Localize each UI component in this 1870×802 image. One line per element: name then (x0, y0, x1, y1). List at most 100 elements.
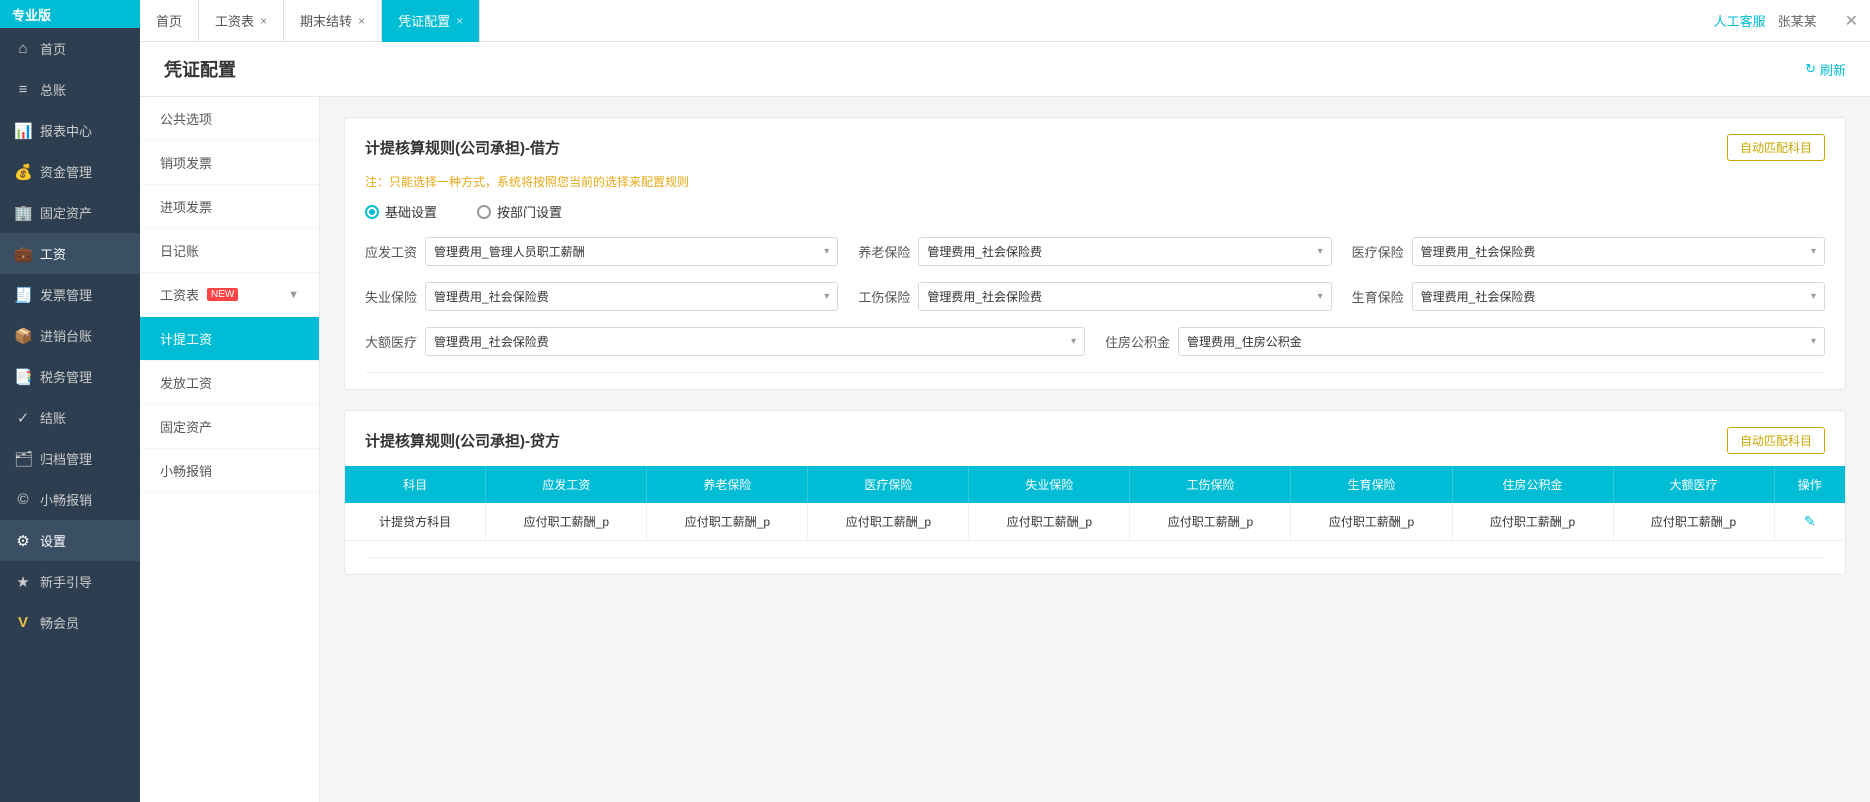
sidebar-item-archive-mgmt[interactable]: 🗂 归档管理 (0, 438, 140, 479)
auto-match-debit-button[interactable]: 自动匹配科目 (1727, 134, 1825, 161)
sidebar-item-purchase-sales[interactable]: 📦 进销台账 (0, 315, 140, 356)
sidebar-item-xiao-chang[interactable]: © 小畅报销 (0, 479, 140, 520)
form-grid-row1: 应发工资 管理费用_管理人员职工薪酬 ▾ 养老保险 管理费用_社会保险费 ▾ (345, 237, 1845, 282)
td-subject: 计提贷方科目 (345, 503, 486, 541)
topbar-right: 人工客服 张某某 (1714, 11, 1833, 30)
section1-notice: 注：只能选择一种方式，系统将按照您当前的选择来配置规则 (345, 173, 1845, 202)
injury-chevron: ▾ (1318, 291, 1323, 302)
sub-sidebar-item-input-invoice[interactable]: 进项发票 (140, 185, 319, 229)
pension-chevron: ▾ (1318, 246, 1323, 257)
sidebar-item-salary[interactable]: 💼 工资 (0, 233, 140, 274)
sub-sidebar-item-fixed-assets-sub[interactable]: 固定资产 (140, 405, 319, 449)
section1-title: 计提核算规则(公司承担)-借方 (365, 137, 560, 158)
form-item-housing-fund: 住房公积金 管理费用_住房公积金 ▾ (1105, 327, 1825, 356)
td-action[interactable]: ✎ (1774, 503, 1845, 541)
close-voucher-config-tab[interactable]: × (456, 14, 463, 28)
col-medical: 医疗保险 (808, 466, 969, 503)
radio-basic-circle (365, 205, 379, 219)
section1-divider (365, 372, 1825, 373)
tab-voucher-config[interactable]: 凭证配置 × (382, 0, 480, 42)
close-period-close-tab[interactable]: × (358, 14, 365, 28)
refresh-button[interactable]: ↻ 刷新 (1805, 60, 1846, 79)
tab-salary-table[interactable]: 工资表 × (199, 0, 284, 42)
housing-fund-label: 住房公积金 (1105, 332, 1170, 351)
tab-home[interactable]: 首页 (140, 0, 199, 42)
report-icon: 📊 (14, 122, 32, 140)
ledger-icon: ≡ (14, 81, 32, 98)
sub-sidebar-item-public-options[interactable]: 公共选项 (140, 97, 319, 141)
td-housing-val: 应付职工薪酬_p (1452, 503, 1613, 541)
sub-sidebar-item-xiao-chang2[interactable]: 小畅报销 (140, 449, 319, 493)
radio-dept-setting[interactable]: 按部门设置 (477, 202, 562, 221)
sidebar-item-home[interactable]: ⌂ 首页 (0, 28, 140, 69)
app-edition: 专业版 (0, 0, 140, 28)
sidebar-item-fixed-assets[interactable]: 🏢 固定资产 (0, 192, 140, 233)
new-badge: NEW (207, 288, 238, 301)
major-medical-select[interactable]: 管理费用_社会保险费 ▾ (425, 327, 1085, 356)
unemployment-select[interactable]: 管理费用_社会保险费 ▾ (425, 282, 838, 311)
housing-fund-select[interactable]: 管理费用_住房公积金 ▾ (1178, 327, 1825, 356)
invoice-icon: 🧾 (14, 286, 32, 304)
section2-divider (365, 557, 1825, 558)
sidebar-item-new-guide[interactable]: ★ 新手引导 (0, 561, 140, 602)
section2-title: 计提核算规则(公司承担)-贷方 (365, 430, 560, 451)
page-title: 凭证配置 (164, 56, 236, 82)
major-medical-label: 大额医疗 (365, 332, 417, 351)
sub-sidebar-item-cancel-invoice[interactable]: 销项发票 (140, 141, 319, 185)
sidebar-item-invoice-mgmt[interactable]: 🧾 发票管理 (0, 274, 140, 315)
td-injury-val: 应付职工薪酬_p (1130, 503, 1291, 541)
sub-sidebar-item-diary[interactable]: 日记账 (140, 229, 319, 273)
user-label: 张某某 (1778, 11, 1817, 30)
col-pension: 养老保险 (647, 466, 808, 503)
td-major-medical-val: 应付职工薪酬_p (1613, 503, 1774, 541)
form-item-injury: 工伤保险 管理费用_社会保险费 ▾ (858, 282, 1331, 311)
salary-select[interactable]: 管理费用_管理人员职工薪酬 ▾ (425, 237, 838, 266)
major-medical-chevron: ▾ (1071, 336, 1076, 347)
td-unemployment-val: 应付职工薪酬_p (969, 503, 1130, 541)
home-icon: ⌂ (14, 40, 32, 57)
sidebar-item-close-accounts[interactable]: ✓ 结账 (0, 397, 140, 438)
injury-label: 工伤保险 (858, 287, 910, 306)
pension-select[interactable]: 管理费用_社会保险费 ▾ (918, 237, 1331, 266)
edit-row-icon[interactable]: ✎ (1804, 513, 1816, 529)
window-close-button[interactable]: ✕ (1833, 11, 1870, 31)
sub-sidebar-item-issue-salary[interactable]: 发放工资 (140, 361, 319, 405)
form-grid-row2: 失业保险 管理费用_社会保险费 ▾ 工伤保险 管理费用_社会保险费 ▾ (345, 282, 1845, 327)
form-item-maternity: 生育保险 管理费用_社会保险费 ▾ (1352, 282, 1825, 311)
sidebar-item-general-ledger[interactable]: ≡ 总账 (0, 69, 140, 110)
radio-basic-setting[interactable]: 基础设置 (365, 202, 437, 221)
sidebar-item-fund-mgmt[interactable]: 💰 资金管理 (0, 151, 140, 192)
main-area: 首页 工资表 × 期末结转 × 凭证配置 × 人工客服 张某某 ✕ 凭证配置 ↻… (140, 0, 1870, 802)
injury-select[interactable]: 管理费用_社会保险费 ▾ (918, 282, 1331, 311)
radio-group: 基础设置 按部门设置 (345, 202, 1845, 237)
sub-sidebar: 公共选项 销项发票 进项发票 日记账 工资表 NEW ▼ 计提工资 发放工资 (140, 97, 320, 802)
medical-select[interactable]: 管理费用_社会保险费 ▾ (1412, 237, 1825, 266)
sub-sidebar-item-salary-table[interactable]: 工资表 NEW ▼ (140, 273, 319, 317)
assets-icon: 🏢 (14, 204, 32, 222)
close-salary-table-tab[interactable]: × (260, 14, 267, 28)
auto-match-credit-button[interactable]: 自动匹配科目 (1727, 427, 1825, 454)
customer-service-link[interactable]: 人工客服 (1714, 11, 1766, 30)
maternity-select[interactable]: 管理费用_社会保险费 ▾ (1412, 282, 1825, 311)
sidebar-item-tax-mgmt[interactable]: 📑 税务管理 (0, 356, 140, 397)
medical-chevron: ▾ (1811, 246, 1816, 257)
salary-chevron: ▾ (824, 246, 829, 257)
td-maternity-val: 应付职工薪酬_p (1291, 503, 1452, 541)
radio-dept-circle (477, 205, 491, 219)
sub-sidebar-item-calc-salary[interactable]: 计提工资 (140, 317, 319, 361)
credit-table-wrapper: 科目 应发工资 养老保险 医疗保险 失业保险 工伤保险 生育保险 住房公积金 大… (345, 466, 1845, 541)
section1-header: 计提核算规则(公司承担)-借方 自动匹配科目 (345, 118, 1845, 173)
col-unemployment: 失业保险 (969, 466, 1130, 503)
sidebar-item-report-center[interactable]: 📊 报表中心 (0, 110, 140, 151)
col-action: 操作 (1774, 466, 1845, 503)
sidebar-item-settings[interactable]: ⚙ 设置 (0, 520, 140, 561)
sidebar-item-member[interactable]: V 畅会员 (0, 602, 140, 643)
expand-arrow: ▼ (288, 289, 299, 301)
td-pension-val: 应付职工薪酬_p (647, 503, 808, 541)
form-item-pension: 养老保险 管理费用_社会保险费 ▾ (858, 237, 1331, 266)
tab-period-close[interactable]: 期末结转 × (284, 0, 382, 42)
form-item-major-medical: 大额医疗 管理费用_社会保险费 ▾ (365, 327, 1085, 356)
settings-icon: ⚙ (14, 532, 32, 550)
medical-label: 医疗保险 (1352, 242, 1404, 261)
col-injury: 工伤保险 (1130, 466, 1291, 503)
